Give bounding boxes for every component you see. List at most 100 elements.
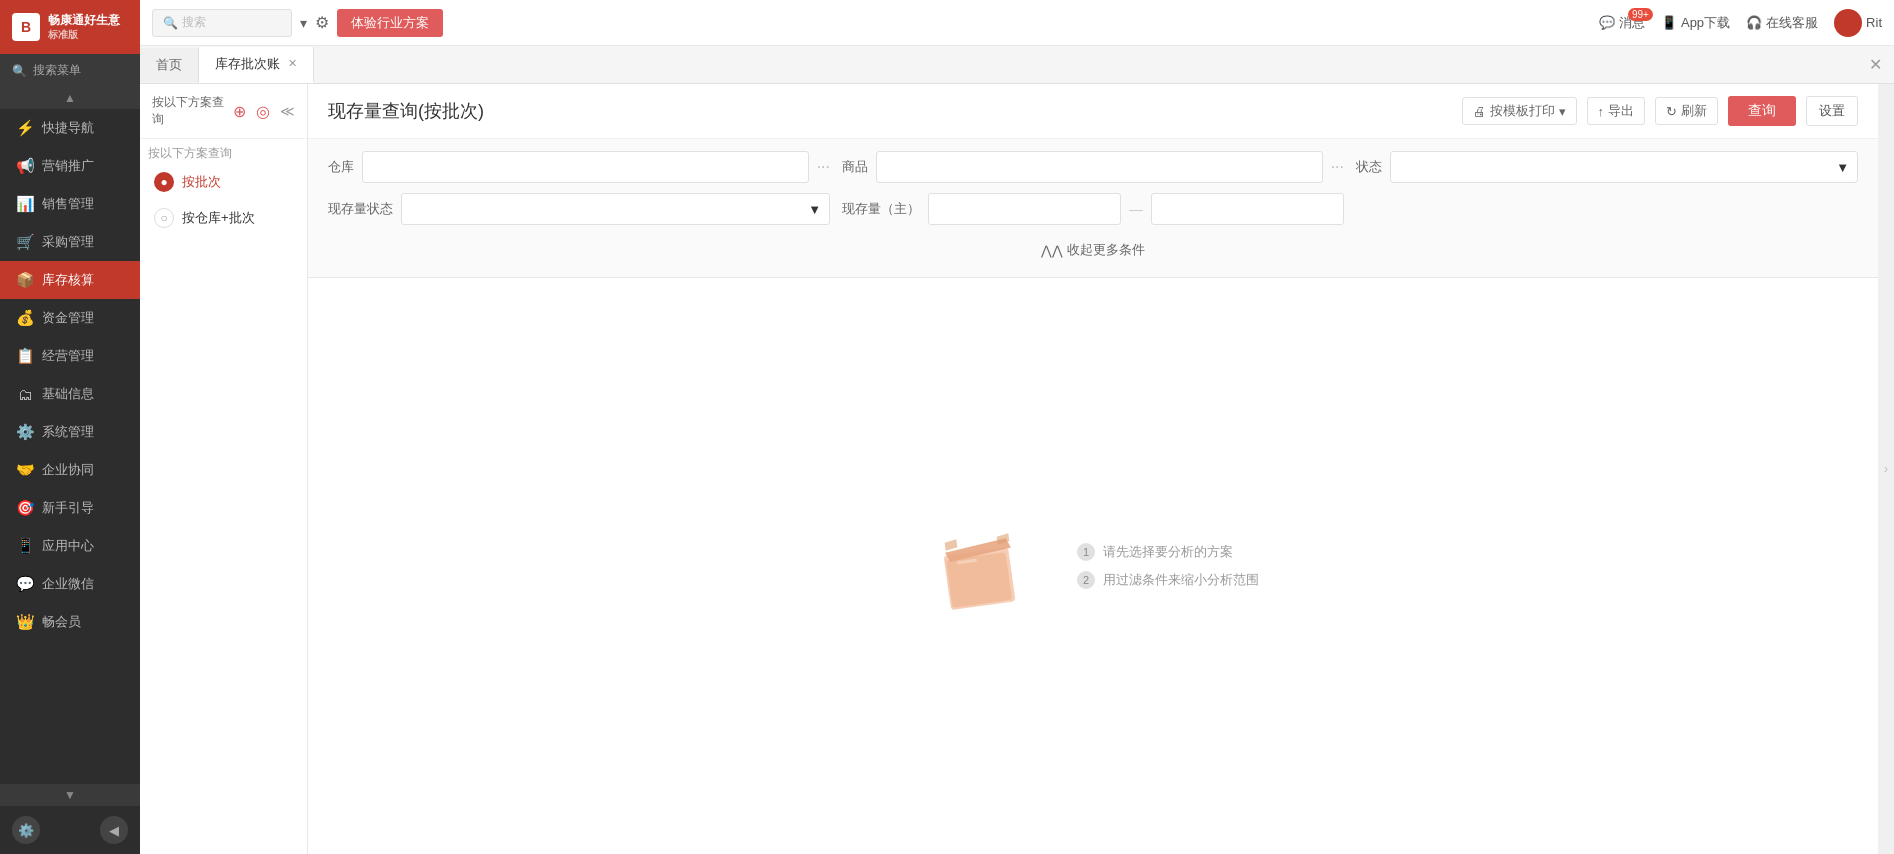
filter-status-group: 状态 ▼ <box>1356 151 1858 183</box>
topbar: 🔍 搜索 ▾ ⚙ 体验行业方案 💬 消息 99+ 📱 App下载 🎧 在线客服 <box>140 0 1894 46</box>
member-icon: 👑 <box>16 613 34 631</box>
user-avatar-area[interactable]: Rit <box>1834 9 1882 37</box>
sidebar-item-label: 新手引导 <box>42 499 94 517</box>
tab-close-icon[interactable]: ✕ <box>288 57 297 70</box>
sidebar-item-guide[interactable]: 🎯 新手引导 <box>0 489 140 527</box>
sidebar-item-apps[interactable]: 📱 应用中心 <box>0 527 140 565</box>
page-title: 现存量查询(按批次) <box>328 99 1462 123</box>
scheme-header-title: 按以下方案查询 <box>152 94 227 128</box>
purchase-icon: 🛒 <box>16 233 34 251</box>
topbar-search-box[interactable]: 🔍 搜索 <box>152 9 292 37</box>
export-icon: ↑ <box>1598 104 1605 119</box>
tabs-bar: 首页 库存批次账 ✕ ✕ <box>140 46 1894 84</box>
base-icon: 🗂 <box>16 385 34 403</box>
settings-scheme-icon[interactable]: ◎ <box>256 102 270 121</box>
print-icon: 🖨 <box>1473 104 1486 119</box>
sidebar-item-member[interactable]: 👑 畅会员 <box>0 603 140 641</box>
status-select[interactable]: ▼ <box>1390 151 1858 183</box>
sidebar-item-label: 采购管理 <box>42 233 94 251</box>
scheme-icon-by-warehouse-batch: ○ <box>154 208 174 228</box>
sidebar-scroll-down[interactable]: ▼ <box>0 784 140 806</box>
apps-icon: 📱 <box>16 537 34 555</box>
scheme-header-label: 按以下方案查询 <box>140 139 307 164</box>
user-name: Rit <box>1866 15 1882 30</box>
sidebar: B 畅康通好生意 标准版 🔍 搜索菜单 ▲ ⚡ 快捷导航 📢 营销推广 📊 销售… <box>0 0 140 854</box>
avatar <box>1834 9 1862 37</box>
tab-home[interactable]: 首页 <box>140 48 199 82</box>
warehouse-more-icon[interactable]: ··· <box>817 158 830 176</box>
app-download-btn[interactable]: 📱 App下载 <box>1661 14 1730 32</box>
trial-button[interactable]: 体验行业方案 <box>337 9 443 37</box>
sidebar-item-finance[interactable]: 💰 资金管理 <box>0 299 140 337</box>
query-button[interactable]: 查询 <box>1728 96 1796 126</box>
stock-status-select[interactable]: ▼ <box>401 193 830 225</box>
scheme-item-by-warehouse-batch[interactable]: ○ 按仓库+批次 <box>140 200 307 236</box>
sidebar-item-label: 销售管理 <box>42 195 94 213</box>
stock-qty-max-input[interactable] <box>1151 193 1344 225</box>
tip-text-2: 用过滤条件来缩小分析范围 <box>1103 571 1259 589</box>
sidebar-item-quick-nav[interactable]: ⚡ 快捷导航 <box>0 109 140 147</box>
app-logo: B <box>12 13 40 41</box>
sidebar-item-label: 企业微信 <box>42 575 94 593</box>
sidebar-item-operations[interactable]: 📋 经营管理 <box>0 337 140 375</box>
status-dropdown-icon: ▼ <box>1836 160 1849 175</box>
warehouse-input[interactable] <box>362 151 809 183</box>
sidebar-item-base[interactable]: 🗂 基础信息 <box>0 375 140 413</box>
sidebar-item-label: 企业协同 <box>42 461 94 479</box>
main-area: 🔍 搜索 ▾ ⚙ 体验行业方案 💬 消息 99+ 📱 App下载 🎧 在线客服 <box>140 0 1894 854</box>
sidebar-item-sales[interactable]: 📊 销售管理 <box>0 185 140 223</box>
sidebar-item-wechat[interactable]: 💬 企业微信 <box>0 565 140 603</box>
enterprise-icon: 🤝 <box>16 461 34 479</box>
stock-qty-divider: — <box>1129 201 1143 217</box>
scheme-item-by-batch[interactable]: ● 按批次 <box>140 164 307 200</box>
tip-num-1: 1 <box>1077 543 1095 561</box>
settings-icon[interactable]: ⚙ <box>315 13 329 32</box>
filter-area: 仓库 ··· 商品 ··· 状态 ▼ <box>308 139 1878 278</box>
collapse-filter-btn[interactable]: ⋀⋀ 收起更多条件 <box>328 235 1858 265</box>
sidebar-item-purchase[interactable]: 🛒 采购管理 <box>0 223 140 261</box>
status-label: 状态 <box>1356 158 1382 176</box>
empty-tips: 1 请先选择要分析的方案 2 用过滤条件来缩小分析范围 <box>1077 543 1259 589</box>
quick-nav-icon: ⚡ <box>16 119 34 137</box>
export-btn[interactable]: ↑ 导出 <box>1587 97 1646 125</box>
print-label: 按模板打印 <box>1490 102 1555 120</box>
sidebar-item-enterprise[interactable]: 🤝 企业协同 <box>0 451 140 489</box>
sidebar-item-marketing[interactable]: 📢 营销推广 <box>0 147 140 185</box>
app-subtitle: 标准版 <box>48 28 120 42</box>
settings-button[interactable]: 设置 <box>1806 96 1858 126</box>
sales-icon: 📊 <box>16 195 34 213</box>
scheme-panel: 按以下方案查询 ⊕ ◎ ≪ 按以下方案查询 ● 按批次 ○ 按仓库+批次 <box>140 84 308 854</box>
filter-row-1: 仓库 ··· 商品 ··· 状态 ▼ <box>328 151 1858 183</box>
sidebar-collapse-icon[interactable]: ◀ <box>100 816 128 844</box>
sidebar-search[interactable]: 🔍 搜索菜单 <box>0 54 140 87</box>
svg-marker-3 <box>944 539 957 551</box>
online-service-btn[interactable]: 🎧 在线客服 <box>1746 14 1818 32</box>
system-icon: ⚙️ <box>16 423 34 441</box>
operations-icon: 📋 <box>16 347 34 365</box>
messages-btn[interactable]: 💬 消息 99+ <box>1599 14 1645 32</box>
tab-batch-account[interactable]: 库存批次账 ✕ <box>199 47 314 83</box>
sidebar-scroll-up[interactable]: ▲ <box>0 87 140 109</box>
print-btn[interactable]: 🖨 按模板打印 ▾ <box>1462 97 1577 125</box>
add-scheme-icon[interactable]: ⊕ <box>233 102 246 121</box>
refresh-btn[interactable]: ↻ 刷新 <box>1655 97 1718 125</box>
sidebar-header: B 畅康通好生意 标准版 <box>0 0 140 54</box>
content-area: 按以下方案查询 ⊕ ◎ ≪ 按以下方案查询 ● 按批次 ○ 按仓库+批次 <box>140 84 1894 854</box>
panel-close-btn[interactable]: ✕ <box>1869 55 1882 74</box>
product-more-icon[interactable]: ··· <box>1331 158 1344 176</box>
collapse-scheme-icon[interactable]: ≪ <box>280 103 295 119</box>
right-expand-icon: › <box>1884 462 1888 476</box>
tab-batch-account-label: 库存批次账 <box>215 55 280 73</box>
app-title: 畅康通好生意 <box>48 12 120 29</box>
message-icon: 💬 <box>1599 15 1615 30</box>
right-panel-hint[interactable]: › <box>1878 84 1894 854</box>
sidebar-settings-icon[interactable]: ⚙️ <box>12 816 40 844</box>
dropdown-icon[interactable]: ▾ <box>300 15 307 31</box>
sidebar-item-label: 资金管理 <box>42 309 94 327</box>
sidebar-item-inventory[interactable]: 📦 库存核算 <box>0 261 140 299</box>
export-label: 导出 <box>1608 102 1634 120</box>
sidebar-item-system[interactable]: ⚙️ 系统管理 <box>0 413 140 451</box>
product-input[interactable] <box>876 151 1323 183</box>
stock-qty-min-input[interactable] <box>928 193 1121 225</box>
sidebar-item-label: 快捷导航 <box>42 119 94 137</box>
